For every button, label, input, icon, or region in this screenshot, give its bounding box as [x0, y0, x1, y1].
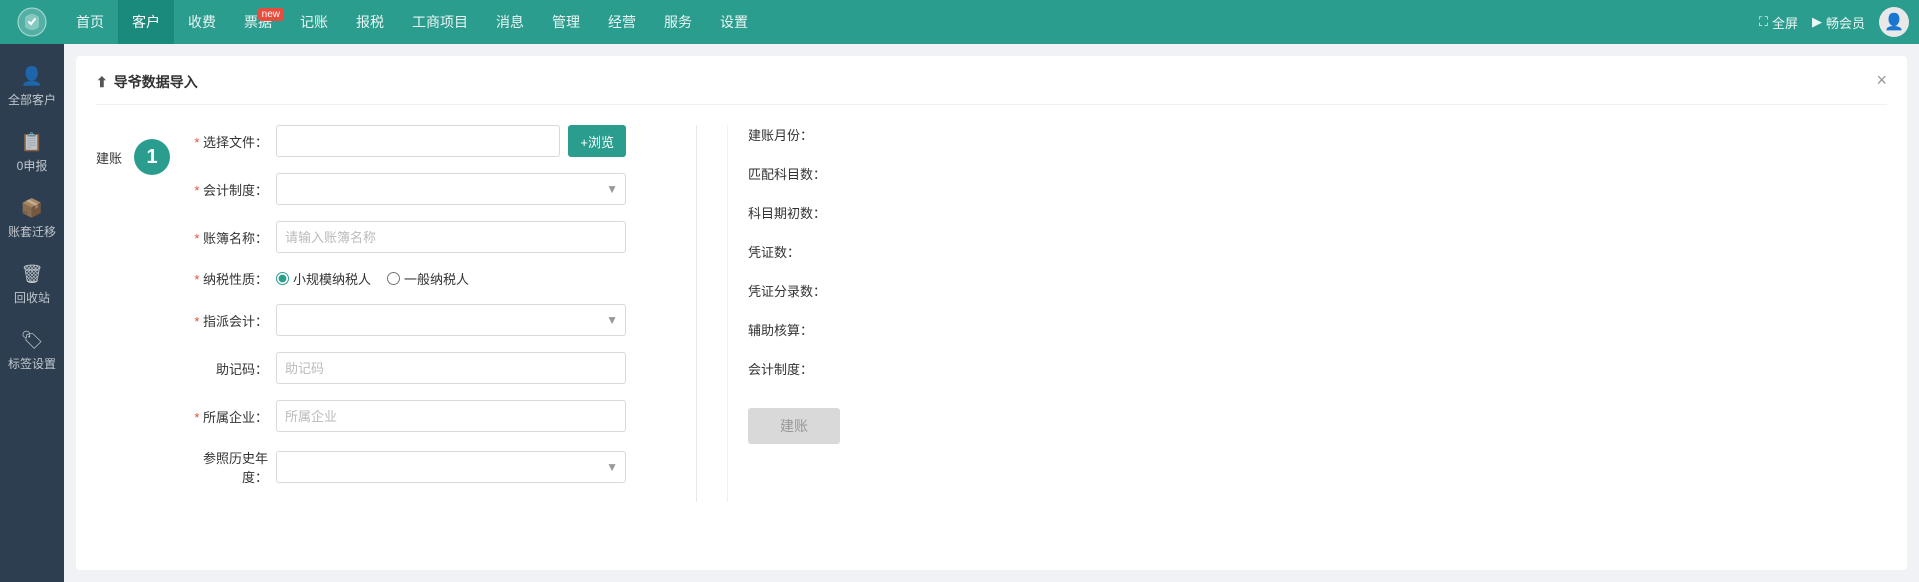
- accounting-label: * 会计制度：: [186, 180, 276, 199]
- page-container: ⬆ 导爷数据导入 × 建账 1 * 选择文件：: [76, 56, 1907, 570]
- general-taxpayer-radio[interactable]: [387, 272, 400, 285]
- info-voucher-records-label: 凭证分录数：: [748, 281, 838, 300]
- step-circle: 1: [134, 139, 170, 175]
- info-aux-label: 辅助核算：: [748, 320, 838, 339]
- info-match-row: 匹配科目数：: [748, 164, 1887, 183]
- memo-row: 助记码：: [186, 352, 626, 384]
- info-aux-row: 辅助核算：: [748, 320, 1887, 339]
- membership-button[interactable]: ▶ 畅会员: [1812, 13, 1865, 32]
- sidebar-item-recycle[interactable]: 🗑 回收站: [0, 252, 64, 318]
- zero-declare-icon: 📋: [21, 132, 43, 153]
- tags-icon: 🏷: [21, 330, 44, 351]
- form-area: 建账 1 * 选择文件： +浏览: [96, 125, 1887, 502]
- info-voucher-row: 凭证数：: [748, 242, 1887, 261]
- info-month-label: 建账月份：: [748, 125, 838, 144]
- small-taxpayer-radio[interactable]: [276, 272, 289, 285]
- tax-radio-group: 小规模纳税人 一般纳税人: [276, 269, 626, 288]
- all-customers-icon: 👤: [21, 66, 43, 87]
- ledger-label: * 账簿名称：: [186, 228, 276, 247]
- info-voucher-label: 凭证数：: [748, 242, 838, 261]
- membership-icon: ▶: [1812, 14, 1822, 30]
- nav-item-bookkeeping[interactable]: 记账: [286, 0, 342, 44]
- nav-item-customer[interactable]: 客户: [118, 0, 174, 44]
- new-badge: new: [258, 8, 284, 21]
- info-month-row: 建账月份：: [748, 125, 1887, 144]
- small-taxpayer-option[interactable]: 小规模纳税人: [276, 269, 371, 288]
- fullscreen-icon: ⛶: [1759, 14, 1768, 30]
- app-logo[interactable]: [10, 0, 54, 44]
- page-title: 导爷数据导入: [114, 72, 198, 92]
- info-accounting-system-label: 会计制度：: [748, 359, 838, 378]
- build-account-button[interactable]: 建账: [748, 408, 840, 444]
- form-right: 建账月份： 匹配科目数： 科目期初数： 凭证数： 凭证分录数：: [727, 125, 1887, 502]
- page-header: ⬆ 导爷数据导入: [96, 72, 1887, 105]
- nav-item-operation[interactable]: 经营: [594, 0, 650, 44]
- memo-label: 助记码：: [186, 359, 276, 378]
- nav-menu: 首页 客户 收费 票据 new 记账 报税 工商项目 消息 管理 经营 服务 设…: [62, 0, 1759, 44]
- nav-item-settings[interactable]: 设置: [706, 0, 762, 44]
- avatar[interactable]: 👤: [1879, 7, 1909, 37]
- sidebar-item-all-customers[interactable]: 👤 全部客户: [0, 54, 64, 120]
- main-content: ⬆ 导爷数据导入 × 建账 1 * 选择文件：: [64, 44, 1919, 582]
- tax-row: * 纳税性质： 小规模纳税人 一般纳税人: [186, 269, 626, 288]
- nav-item-message[interactable]: 消息: [482, 0, 538, 44]
- accountant-row: * 指派会计： ▼: [186, 304, 626, 336]
- history-select-wrapper: ▼: [276, 451, 626, 483]
- file-input-row: * 选择文件： +浏览: [186, 125, 626, 157]
- step-header: 建账 1: [96, 139, 170, 175]
- step-column: 建账 1: [96, 125, 186, 502]
- sidebar-item-zero-declare[interactable]: 📋 0申报: [0, 120, 64, 186]
- sidebar-item-tags[interactable]: 🏷 标签设置: [0, 318, 64, 384]
- info-voucher-records-row: 凭证分录数：: [748, 281, 1887, 300]
- top-navigation: 首页 客户 收费 票据 new 记账 报税 工商项目 消息 管理 经营 服务 设…: [0, 0, 1919, 44]
- nav-item-home[interactable]: 首页: [62, 0, 118, 44]
- file-input-group: +浏览: [276, 125, 626, 157]
- nav-item-service[interactable]: 服务: [650, 0, 706, 44]
- accounting-select-wrapper: ▼: [276, 173, 626, 205]
- accountant-label: * 指派会计：: [186, 311, 276, 330]
- history-label: 参照历史年度：: [186, 448, 276, 486]
- close-button[interactable]: ×: [1876, 70, 1887, 91]
- ledger-input[interactable]: [276, 221, 626, 253]
- accountant-select[interactable]: [276, 304, 626, 336]
- nav-item-tax[interactable]: 报税: [342, 0, 398, 44]
- browse-button[interactable]: +浏览: [568, 125, 626, 157]
- recycle-icon: 🗑: [21, 264, 44, 285]
- company-row: * 所属企业：: [186, 400, 626, 432]
- sidebar: 👤 全部客户 📋 0申报 📦 账套迁移 🗑 回收站 🏷 标签设置: [0, 44, 64, 582]
- vertical-divider: [696, 125, 697, 502]
- fullscreen-button[interactable]: ⛶ 全屏: [1759, 13, 1798, 32]
- ledger-row: * 账簿名称：: [186, 221, 626, 253]
- info-accounting-system-row: 会计制度：: [748, 359, 1887, 378]
- history-select[interactable]: [276, 451, 626, 483]
- info-period-label: 科目期初数：: [748, 203, 838, 222]
- company-input[interactable]: [276, 400, 626, 432]
- info-period-row: 科目期初数：: [748, 203, 1887, 222]
- form-left: * 选择文件： +浏览 * 会计制度：: [186, 125, 666, 502]
- migration-icon: 📦: [21, 198, 43, 219]
- memo-input[interactable]: [276, 352, 626, 384]
- nav-right-area: ⛶ 全屏 ▶ 畅会员 👤: [1759, 7, 1909, 37]
- tax-label: * 纳税性质：: [186, 269, 276, 288]
- nav-item-business[interactable]: 工商项目: [398, 0, 482, 44]
- nav-item-manage[interactable]: 管理: [538, 0, 594, 44]
- nav-item-fee[interactable]: 收费: [174, 0, 230, 44]
- history-row: 参照历史年度： ▼: [186, 448, 626, 486]
- import-icon: ⬆: [96, 74, 108, 91]
- sidebar-item-migration[interactable]: 📦 账套迁移: [0, 186, 64, 252]
- step-label: 建账: [96, 148, 122, 167]
- avatar-icon: 👤: [1884, 12, 1904, 32]
- file-label: * 选择文件：: [186, 132, 276, 151]
- accounting-select[interactable]: [276, 173, 626, 205]
- accounting-row: * 会计制度： ▼: [186, 173, 626, 205]
- accountant-select-wrapper: ▼: [276, 304, 626, 336]
- nav-item-invoice[interactable]: 票据 new: [230, 0, 286, 44]
- general-taxpayer-option[interactable]: 一般纳税人: [387, 269, 469, 288]
- file-text-input[interactable]: [276, 125, 560, 157]
- info-match-label: 匹配科目数：: [748, 164, 838, 183]
- company-label: * 所属企业：: [186, 407, 276, 426]
